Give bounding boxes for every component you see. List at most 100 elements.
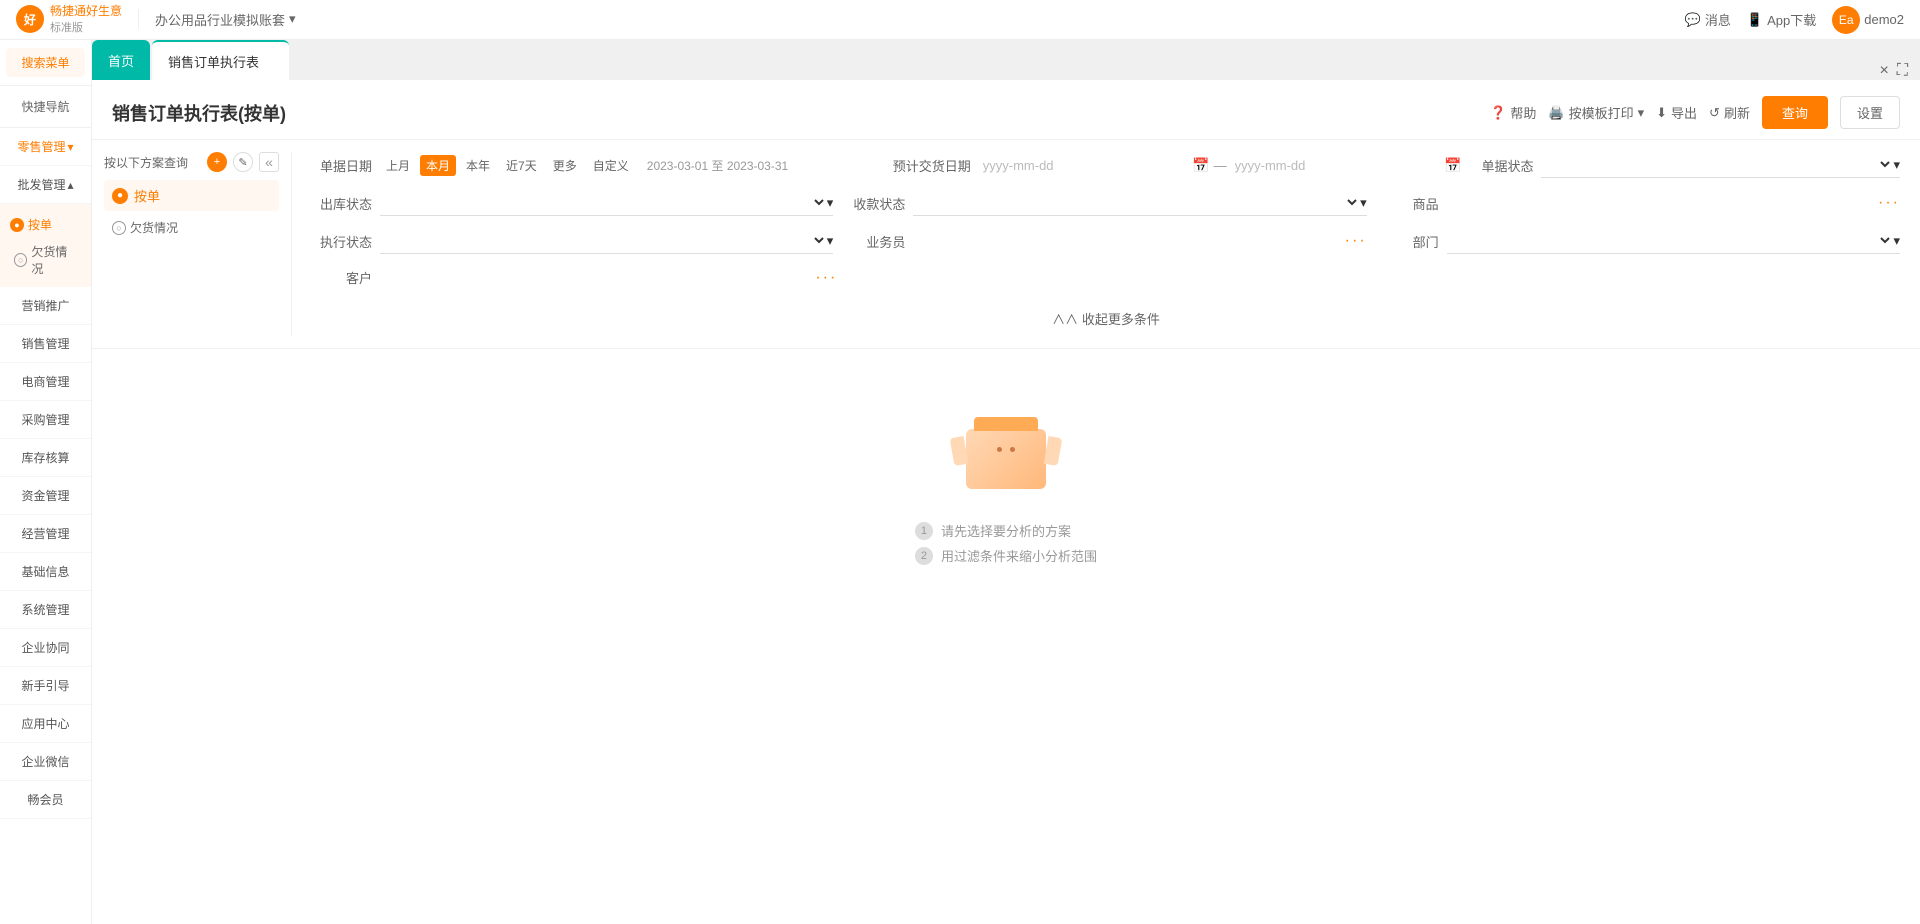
sidebar-item-operations[interactable]: 经营管理 [0, 515, 91, 553]
sidebar-sub-item-backorder[interactable]: ○ 欠货情况 [6, 239, 85, 281]
print-button[interactable]: 🖨️ 按模板打印 ▾ [1548, 103, 1644, 122]
help-label: 帮助 [1510, 103, 1536, 122]
tab-sales-order[interactable]: 销售订单执行表 × [152, 40, 289, 80]
sidebar-item-inventory[interactable]: 库存核算 [0, 439, 91, 477]
date-tab-custom[interactable]: 自定义 [587, 155, 635, 176]
sidebar-sub-wholesale: ● 按单 ○ 欠货情况 [0, 204, 91, 287]
tab-bar-close-icon[interactable]: × [1879, 62, 1888, 80]
tab-home[interactable]: 首页 [92, 40, 150, 80]
user-area[interactable]: Ea demo2 [1832, 6, 1904, 34]
scheme-item-order[interactable]: ● 按单 [104, 180, 279, 211]
salesperson-input[interactable] [913, 230, 1336, 253]
collection-select[interactable]: ▾ [913, 190, 1366, 216]
add-scheme-button[interactable]: + [207, 152, 227, 172]
sidebar-item-newbie-label: 新手引导 [21, 679, 69, 693]
date-tabs: 上月 本月 本年 近7天 更多 自定义 [380, 155, 635, 176]
message-label: 消息 [1705, 10, 1731, 29]
execution-select[interactable]: ▾ [380, 228, 833, 254]
sidebar-item-purchase[interactable]: 采购管理 [0, 401, 91, 439]
sidebar-item-basics[interactable]: 基础信息 [0, 553, 91, 591]
empty-box-lid [974, 417, 1038, 431]
settings-button[interactable]: 设置 [1840, 96, 1900, 129]
sidebar-item-finance[interactable]: 资金管理 [0, 477, 91, 515]
sidebar-item-ecommerce[interactable]: 电商管理 [0, 363, 91, 401]
top-bar-divider [138, 9, 139, 29]
collapse-label: 收起更多条件 [1082, 312, 1160, 327]
empty-box [966, 429, 1046, 489]
expected-date-to-icon[interactable]: 📅 [1444, 157, 1461, 174]
execution-dropdown[interactable] [380, 232, 827, 249]
export-button[interactable]: ⬇ 导出 [1656, 103, 1697, 122]
message-action[interactable]: 💬 消息 [1685, 10, 1731, 29]
eye-right [1010, 447, 1015, 452]
collapse-more-button[interactable]: ∧∧ 收起更多条件 [312, 301, 1900, 336]
date-tab-this-year[interactable]: 本年 [460, 155, 496, 176]
tip-text-2: 用过滤条件来缩小分析范围 [941, 546, 1097, 565]
tab-close-icon[interactable]: × [265, 53, 273, 69]
sidebar-item-sales[interactable]: 销售管理 [0, 325, 91, 363]
expected-date-from[interactable] [979, 154, 1188, 177]
date-tab-7days[interactable]: 近7天 [500, 155, 543, 176]
department-dropdown[interactable] [1447, 232, 1894, 249]
filter-field-expected-date: 预计交货日期 📅 — 📅 [893, 154, 1462, 177]
help-button[interactable]: ❓ 帮助 [1490, 103, 1536, 122]
filter-row-4: 客户 ··· [312, 266, 1900, 289]
date-tab-this-month[interactable]: 本月 [420, 155, 456, 176]
industry-selector[interactable]: 办公用品行业模拟账套 ▾ [155, 10, 296, 29]
top-bar-right: 💬 消息 📱 App下载 Ea demo2 [1685, 6, 1904, 34]
sidebar-item-wechat[interactable]: 企业微信 [0, 743, 91, 781]
sidebar-item-member[interactable]: 畅会员 [0, 781, 91, 819]
collection-dropdown[interactable] [913, 194, 1360, 211]
sidebar-quick-nav: 快捷导航 [0, 86, 91, 128]
date-tab-more[interactable]: 更多 [547, 155, 583, 176]
sub-item-2-label: 欠货情况 [31, 243, 77, 277]
expected-date-label: 预计交货日期 [893, 156, 971, 175]
empty-box-wing-right [1044, 436, 1063, 466]
bill-status-dropdown[interactable] [1541, 156, 1893, 173]
goods-input[interactable] [1447, 192, 1870, 215]
outbound-dropdown[interactable] [380, 194, 827, 211]
customer-dots[interactable]: ··· [815, 269, 837, 287]
export-label: 导出 [1671, 103, 1697, 122]
scheme-sub-backorder[interactable]: ○ 欠货情况 [104, 215, 279, 240]
sidebar-item-enterprise[interactable]: 企业协同 [0, 629, 91, 667]
execution-chevron: ▾ [827, 233, 834, 249]
sidebar-item-wholesale[interactable]: 批发管理 ▴ [0, 166, 91, 204]
quick-nav-button[interactable]: 快捷导航 [6, 94, 85, 119]
sidebar-item-member-label: 畅会员 [27, 793, 63, 807]
tab-bar-expand-icon[interactable]: ⛶ [1897, 62, 1908, 80]
sidebar-item-newbie[interactable]: 新手引导 [0, 667, 91, 705]
help-icon: ❓ [1490, 105, 1506, 121]
sidebar-item-appstore[interactable]: 应用中心 [0, 705, 91, 743]
customer-input[interactable] [380, 266, 807, 289]
salesperson-dots[interactable]: ··· [1345, 232, 1367, 250]
search-menu-button[interactable]: 搜索菜单 [6, 48, 85, 77]
expected-date-to[interactable] [1231, 154, 1440, 177]
date-separator: — [1214, 158, 1227, 173]
collection-chevron: ▾ [1360, 195, 1367, 211]
sidebar-item-marketing[interactable]: 营销推广 [0, 287, 91, 325]
empty-tip-2: 2 用过滤条件来缩小分析范围 [915, 546, 1097, 565]
sidebar-sub-item-order[interactable]: ● 按单 [6, 210, 85, 239]
industry-label: 办公用品行业模拟账套 [155, 10, 285, 29]
app-download-action[interactable]: 📱 App下载 [1747, 10, 1816, 29]
date-range-display: 2023-03-01 至 2023-03-31 [647, 157, 788, 174]
message-icon: 💬 [1685, 12, 1701, 28]
sidebar-item-retail[interactable]: 零售管理 ▾ [0, 128, 91, 166]
expected-date-from-icon[interactable]: 📅 [1192, 157, 1209, 174]
department-select[interactable]: ▾ [1447, 228, 1900, 254]
outbound-select[interactable]: ▾ [380, 190, 833, 216]
filter-left: 按以下方案查询 + ✎ « ● 按单 ○ [92, 152, 292, 336]
collapse-button[interactable]: « [259, 152, 279, 172]
refresh-button[interactable]: ↺ 刷新 [1709, 103, 1750, 122]
app-icon: 📱 [1747, 12, 1763, 28]
edit-scheme-button[interactable]: ✎ [233, 152, 253, 172]
bill-status-select[interactable]: ▾ [1541, 152, 1900, 178]
main-layout: 搜索菜单 快捷导航 零售管理 ▾ 批发管理 ▴ ● 按单 [0, 40, 1920, 924]
goods-dots[interactable]: ··· [1878, 194, 1900, 212]
sidebar-item-system[interactable]: 系统管理 [0, 591, 91, 629]
filter-row-2: 出库状态 ▾ 收款状态 [312, 190, 1900, 216]
search-button[interactable]: 查询 [1762, 96, 1828, 129]
customer-label: 客户 [312, 268, 372, 287]
date-tab-last-month[interactable]: 上月 [380, 155, 416, 176]
